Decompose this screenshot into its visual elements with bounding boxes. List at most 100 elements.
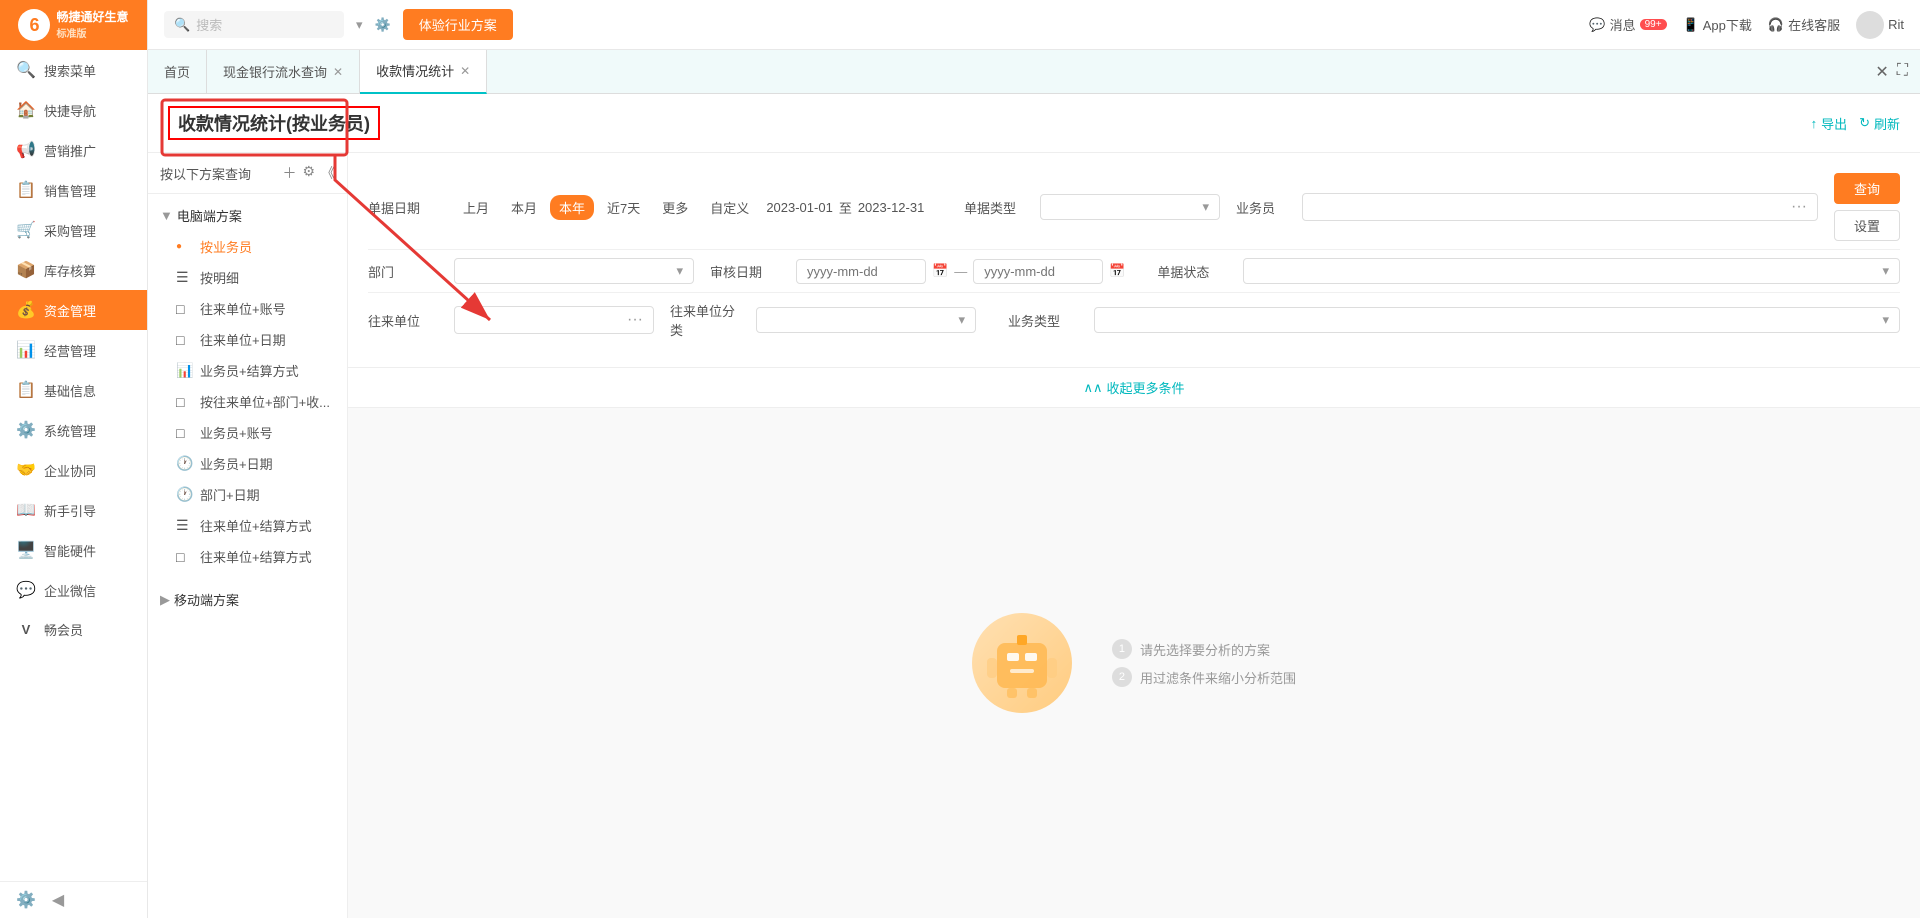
sidebar-item-marketing[interactable]: 📢 营销推广 — [0, 130, 147, 170]
shortcut-last-month[interactable]: 上月 — [454, 195, 498, 220]
trial-btn[interactable]: 体验行业方案 — [403, 9, 513, 40]
dept-date-icon: 🕐 — [176, 486, 194, 503]
scheme-dept-date[interactable]: 🕐 部门+日期 — [148, 479, 347, 510]
tab-home[interactable]: 首页 — [148, 50, 207, 94]
messages-btn[interactable]: 💬 消息 99+ — [1589, 15, 1666, 34]
sidebar-item-inventory[interactable]: 📦 库存核算 — [0, 250, 147, 290]
scheme-salesman-settle[interactable]: 📊 业务员+结算方式 — [148, 355, 347, 386]
scheme-unit-dept-collect[interactable]: □ 按往来单位+部门+收... — [148, 386, 347, 417]
scheme-collapse-btn[interactable]: 《 — [321, 163, 335, 183]
tab-bank-flow[interactable]: 现金银行流水查询 ✕ — [207, 50, 360, 94]
shortcut-this-year[interactable]: 本年 — [550, 195, 594, 220]
scheme-by-salesman[interactable]: ● 按业务员 — [148, 231, 347, 262]
scheme-settings-btn[interactable]: ⚙ — [302, 163, 315, 183]
sidebar-item-label: 搜索菜单 — [44, 61, 96, 80]
counterpart-classify-select[interactable]: ▾ — [756, 307, 976, 333]
sidebar-item-label: 畅会员 — [44, 620, 83, 639]
app-download-btn[interactable]: 📱 App下载 — [1683, 15, 1752, 34]
topbar-search[interactable]: 🔍 搜索 — [164, 11, 344, 38]
audit-date-end[interactable] — [973, 259, 1103, 284]
shortcut-this-month[interactable]: 本月 — [502, 195, 546, 220]
scheme-unit-settle1[interactable]: ☰ 往来单位+结算方式 — [148, 510, 347, 541]
bill-type-select[interactable]: ▾ — [1040, 194, 1220, 220]
sidebar-item-purchase[interactable]: 🛒 采购管理 — [0, 210, 147, 250]
sidebar-item-wechat[interactable]: 💬 企业微信 — [0, 570, 147, 610]
scheme-salesman-account[interactable]: □ 业务员+账号 — [148, 417, 347, 448]
counterpart-classify-chevron: ▾ — [958, 312, 965, 328]
close-window-btn[interactable]: ✕ — [1875, 62, 1888, 82]
counterpart-select[interactable]: ··· — [454, 306, 654, 334]
username: Rit — [1888, 17, 1904, 32]
mobile-section-title[interactable]: ▶ 移动端方案 — [148, 584, 347, 615]
sidebar-item-guide[interactable]: 📖 新手引导 — [0, 490, 147, 530]
topbar-gear-icon[interactable]: ⚙️ — [375, 17, 391, 33]
bill-type-label: 单据类型 — [964, 198, 1024, 217]
scheme-header-label: 按以下方案查询 — [160, 164, 251, 183]
scheme-item-label: 按往来单位+部门+收... — [200, 392, 330, 411]
sidebar-item-label: 快捷导航 — [44, 101, 96, 120]
business-type-select[interactable]: ▾ — [1094, 307, 1900, 333]
shortcut-more[interactable]: 更多 — [653, 195, 697, 220]
settings-bottom-icon[interactable]: ⚙️ — [16, 890, 36, 910]
mobile-arrow-icon: ▶ — [160, 592, 170, 608]
settings-btn[interactable]: 设置 — [1834, 210, 1900, 241]
sidebar-item-sales[interactable]: 📋 销售管理 — [0, 170, 147, 210]
query-btn[interactable]: 查询 — [1834, 173, 1900, 204]
sidebar-item-finance[interactable]: 💰 资金管理 — [0, 290, 147, 330]
audit-date-separator: — — [954, 264, 967, 279]
online-service-btn[interactable]: 🎧 在线客服 — [1768, 15, 1840, 34]
avatar — [1856, 11, 1884, 39]
scheme-by-detail[interactable]: ☰ 按明细 — [148, 262, 347, 293]
audit-date-end-calendar[interactable]: 📅 — [1109, 263, 1125, 279]
date-range: 2023-01-01 至 2023-12-31 — [766, 198, 924, 217]
scheme-unit-account[interactable]: □ 往来单位+账号 — [148, 293, 347, 324]
export-btn[interactable]: ↑ 导出 — [1811, 114, 1848, 133]
audit-date-label: 审核日期 — [710, 262, 780, 281]
collapse-sidebar-icon[interactable]: ◀ — [52, 890, 64, 910]
salesman-ellipsis[interactable]: ··· — [1791, 198, 1807, 216]
scheme-unit-date[interactable]: □ 往来单位+日期 — [148, 324, 347, 355]
sidebar-item-search[interactable]: 🔍 搜索菜单 — [0, 50, 147, 90]
dept-chevron: ▾ — [676, 263, 683, 279]
counterpart-ellipsis[interactable]: ··· — [627, 311, 643, 329]
shortcut-7days[interactable]: 近7天 — [598, 195, 649, 220]
audit-date-start[interactable] — [796, 259, 926, 284]
collapse-bar[interactable]: ∧∧ 收起更多条件 — [348, 367, 1920, 407]
sidebar-item-quicknav[interactable]: 🏠 快捷导航 — [0, 90, 147, 130]
page-actions: ↑ 导出 ↻ 刷新 — [1811, 114, 1900, 133]
mobile-section-label: 移动端方案 — [174, 590, 239, 609]
scheme-unit-settle2[interactable]: □ 往来单位+结算方式 — [148, 541, 347, 572]
user-profile[interactable]: Rit — [1856, 11, 1904, 39]
shortcut-custom[interactable]: 自定义 — [701, 195, 758, 220]
sidebar-item-operations[interactable]: 📊 经营管理 — [0, 330, 147, 370]
desktop-section-title[interactable]: ▼ 电脑端方案 — [148, 200, 347, 231]
maximize-btn[interactable]: ⛶ — [1897, 62, 1908, 82]
refresh-btn[interactable]: ↻ 刷新 — [1859, 114, 1900, 133]
sidebar-item-member[interactable]: V 畅会员 — [0, 610, 147, 649]
sidebar-item-enterprise[interactable]: 🤝 企业协同 — [0, 450, 147, 490]
audit-date-start-calendar[interactable]: 📅 — [932, 263, 948, 279]
sidebar-item-basic[interactable]: 📋 基础信息 — [0, 370, 147, 410]
sidebar-item-hardware[interactable]: 🖥️ 智能硬件 — [0, 530, 147, 570]
topbar-dropdown-icon[interactable]: ▾ — [356, 17, 363, 33]
dept-select[interactable]: ▾ — [454, 258, 694, 284]
sidebar-item-label: 智能硬件 — [44, 541, 96, 560]
page-header: 收款情况统计(按业务员) ↑ 导出 ↻ 刷新 — [148, 94, 1920, 153]
tab-bank-flow-close[interactable]: ✕ — [333, 65, 343, 79]
salesman-select[interactable]: ··· — [1302, 193, 1818, 221]
scheme-salesman-date[interactable]: 🕐 业务员+日期 — [148, 448, 347, 479]
refresh-label: 刷新 — [1874, 114, 1900, 133]
app-download-label: App下载 — [1703, 15, 1752, 34]
sidebar-item-system[interactable]: ⚙️ 系统管理 — [0, 410, 147, 450]
sidebar-bottom: ⚙️ ◀ — [0, 881, 147, 918]
scheme-add-btn[interactable]: ＋ — [282, 163, 296, 183]
bill-status-select[interactable]: ▾ — [1243, 258, 1900, 284]
filter-and-results: 单据日期 上月 本月 本年 近7天 更多 自定义 — [348, 153, 1920, 918]
tab-collection-stat[interactable]: 收款情况统计 ✕ — [360, 50, 487, 94]
main-area: 🔍 搜索 ▾ ⚙️ 体验行业方案 💬 消息 99+ 📱 App下载 🎧 在线客服… — [148, 0, 1920, 918]
tab-collection-stat-close[interactable]: ✕ — [460, 64, 470, 78]
tab-home-label: 首页 — [164, 62, 190, 81]
scheme-item-label: 按明细 — [200, 268, 239, 287]
audit-date-control: 📅 — 📅 — [796, 259, 1125, 284]
results-section: 1 请先选择要分析的方案 2 用过滤条件来缩小分析范围 — [348, 408, 1920, 918]
